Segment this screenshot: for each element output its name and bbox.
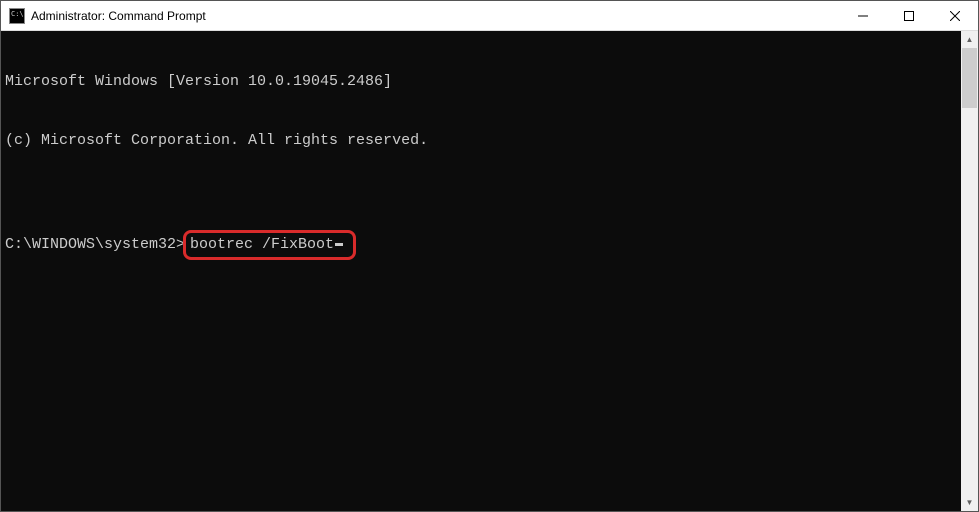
maximize-button[interactable] [886,1,932,30]
cmd-icon [9,8,25,24]
content-area: Microsoft Windows [Version 10.0.19045.24… [1,31,978,511]
minimize-icon [858,11,868,21]
titlebar[interactable]: Administrator: Command Prompt [1,1,978,31]
terminal-output[interactable]: Microsoft Windows [Version 10.0.19045.24… [1,31,961,511]
prompt-path: C:\WINDOWS\system32> [5,235,185,255]
text-cursor [335,243,343,246]
maximize-icon [904,11,914,21]
highlight-annotation: bootrec /FixBoot [183,230,356,260]
version-line: Microsoft Windows [Version 10.0.19045.24… [5,72,957,92]
minimize-button[interactable] [840,1,886,30]
window-controls [840,1,978,30]
scroll-down-arrow-icon[interactable]: ▼ [961,494,978,511]
scrollbar-thumb[interactable] [962,48,977,108]
close-button[interactable] [932,1,978,30]
close-icon [950,11,960,21]
copyright-line: (c) Microsoft Corporation. All rights re… [5,131,957,151]
prompt-line: C:\WINDOWS\system32>bootrec /FixBoot [5,230,957,260]
scroll-up-arrow-icon[interactable]: ▲ [961,31,978,48]
command-prompt-window: Administrator: Command Prompt Microsoft … [0,0,979,512]
vertical-scrollbar[interactable]: ▲ ▼ [961,31,978,511]
window-title: Administrator: Command Prompt [31,9,840,23]
command-text: bootrec /FixBoot [190,235,334,255]
